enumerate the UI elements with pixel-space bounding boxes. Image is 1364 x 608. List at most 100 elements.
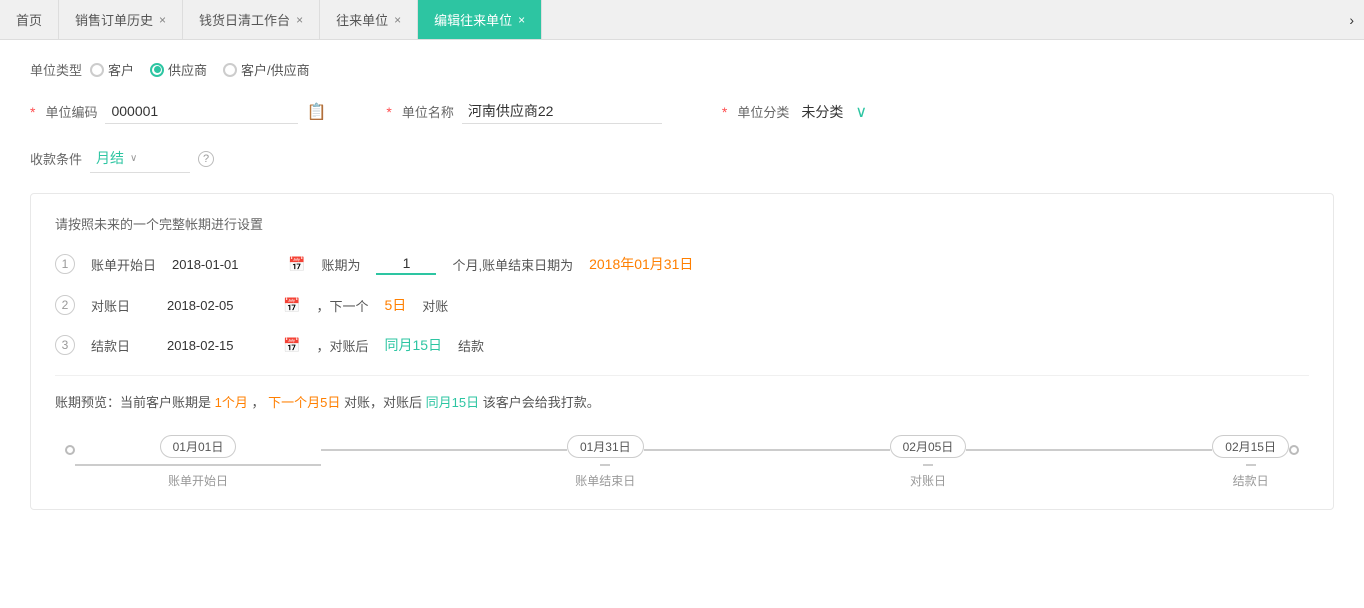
row-desc-2-highlight: 5日 bbox=[384, 295, 406, 315]
help-icon[interactable]: ? bbox=[198, 151, 214, 167]
tab-partner-close[interactable]: × bbox=[394, 13, 401, 27]
tl-badge-2: 01月31日 bbox=[567, 435, 644, 458]
timeline-node-4: 02月15日 结款日 bbox=[1212, 435, 1289, 489]
tab-more-button[interactable]: › bbox=[1339, 0, 1364, 39]
tl-tick-2 bbox=[600, 464, 610, 466]
tab-sales-order-close[interactable]: × bbox=[159, 13, 166, 27]
tab-sales-order[interactable]: 销售订单历史 × bbox=[59, 0, 183, 39]
row-num-3: 3 bbox=[55, 335, 75, 355]
preview-part1: 1个月 bbox=[215, 395, 248, 410]
tl-badge-1: 01月01日 bbox=[160, 435, 237, 458]
radio-both-label: 客户/供应商 bbox=[241, 60, 310, 79]
tl-seg-3 bbox=[966, 449, 1212, 451]
radio-customer-label: 客户 bbox=[108, 60, 134, 79]
preview-middle2: 对账，对账后 bbox=[344, 395, 422, 410]
period-unit: 个月,账单结束日期为 bbox=[452, 255, 573, 274]
tl-line-1 bbox=[75, 464, 321, 466]
preview-label: 账期预览：当前客户账期是 bbox=[55, 395, 211, 410]
tl-seg-2 bbox=[644, 449, 890, 451]
tl-badge-4: 02月15日 bbox=[1212, 435, 1289, 458]
radio-supplier[interactable]: 供应商 bbox=[150, 60, 207, 79]
row-desc-2-prefix: ，下一个 bbox=[316, 296, 368, 315]
tab-sales-order-label: 销售订单历史 bbox=[75, 10, 153, 29]
tab-edit-partner-label: 编辑往来单位 bbox=[434, 10, 512, 29]
radio-supplier-label: 供应商 bbox=[168, 60, 207, 79]
tab-home[interactable]: 首页 bbox=[0, 0, 59, 39]
tl-label-2: 账单结束日 bbox=[575, 472, 635, 489]
cal-icon-3[interactable]: 📅 bbox=[283, 337, 300, 354]
row-date-3: 2018-02-15 bbox=[167, 338, 267, 353]
tl-seg-1 bbox=[321, 449, 567, 451]
radio-both[interactable]: 客户/供应商 bbox=[223, 60, 310, 79]
radio-supplier-circle bbox=[150, 63, 164, 77]
unit-code-item: * 单位编码 📋 bbox=[30, 99, 326, 124]
tl-label-3: 对账日 bbox=[910, 472, 946, 489]
tab-cash-work[interactable]: 钱货日清工作台 × bbox=[183, 0, 320, 39]
unit-type-item: 单位类型 客户 供应商 客户/供应商 bbox=[30, 60, 310, 79]
row-desc-3-highlight: 同月15日 bbox=[384, 335, 442, 355]
setting-row-1: 1 账单开始日 2018-01-01 📅 账期为 个月,账单结束日期为 2018… bbox=[55, 253, 1309, 275]
unit-code-input[interactable] bbox=[105, 99, 298, 124]
row-label-3: 结款日 bbox=[91, 336, 151, 355]
preview-text: 账期预览：当前客户账期是 1个月 ， 下一个月5日 对账，对账后 同月15日 该… bbox=[55, 392, 1309, 411]
timeline-end-dot bbox=[1289, 445, 1299, 455]
period-input[interactable] bbox=[376, 253, 436, 275]
unit-category-dropdown-icon[interactable]: ∨ bbox=[855, 102, 867, 122]
radio-customer[interactable]: 客户 bbox=[90, 60, 134, 79]
row-label-1: 账单开始日 bbox=[91, 255, 156, 274]
tl-badge-3: 02月05日 bbox=[890, 435, 967, 458]
cal-icon-2[interactable]: 📅 bbox=[283, 297, 300, 314]
setting-row-3: 3 结款日 2018-02-15 📅 ，对账后 同月15日 结款 bbox=[55, 335, 1309, 355]
unit-name-input[interactable] bbox=[462, 99, 662, 124]
tab-partner-label: 往来单位 bbox=[336, 10, 388, 29]
row-num-2: 2 bbox=[55, 295, 75, 315]
tl-label-4: 结款日 bbox=[1233, 472, 1269, 489]
setting-row-2: 2 对账日 2018-02-05 📅 ，下一个 5日 对账 bbox=[55, 295, 1309, 315]
period-prefix: 账期为 bbox=[321, 255, 360, 274]
unit-info-row: * 单位编码 📋 * 单位名称 * 单位分类 未分类 ∨ bbox=[30, 99, 1334, 124]
unit-category-star: * bbox=[722, 104, 727, 120]
tab-edit-partner[interactable]: 编辑往来单位 × bbox=[418, 0, 542, 39]
timeline-start-dot bbox=[65, 445, 75, 455]
unit-category-value: 未分类 bbox=[801, 102, 843, 122]
unit-name-label: 单位名称 bbox=[402, 102, 454, 121]
unit-code-icon[interactable]: 📋 bbox=[306, 102, 326, 122]
tab-edit-partner-close[interactable]: × bbox=[518, 13, 525, 27]
timeline: 01月01日 账单开始日 01月31日 账单结束日 02月05日 bbox=[55, 435, 1309, 489]
unit-code-star: * bbox=[30, 104, 35, 120]
timeline-node-2: 01月31日 账单结束日 bbox=[567, 435, 644, 489]
tab-partner[interactable]: 往来单位 × bbox=[320, 0, 418, 39]
row-num-1: 1 bbox=[55, 254, 75, 274]
cal-icon-1[interactable]: 📅 bbox=[288, 256, 305, 273]
payment-label: 收款条件 bbox=[30, 149, 82, 168]
row-label-2: 对账日 bbox=[91, 296, 151, 315]
radio-both-circle bbox=[223, 63, 237, 77]
timeline-node-1: 01月01日 账单开始日 bbox=[75, 435, 321, 489]
chevron-right-icon: › bbox=[1349, 12, 1354, 28]
tab-bar: 首页 销售订单历史 × 钱货日清工作台 × 往来单位 × 编辑往来单位 × › bbox=[0, 0, 1364, 40]
unit-category-label: 单位分类 bbox=[737, 102, 789, 121]
payment-select[interactable]: 月结 ∨ bbox=[90, 144, 190, 173]
payment-chevron-icon: ∨ bbox=[130, 153, 137, 164]
preview-part3: 同月15日 bbox=[426, 395, 479, 410]
unit-code-label: 单位编码 bbox=[45, 102, 97, 121]
tl-label-1: 账单开始日 bbox=[168, 472, 228, 489]
radio-customer-circle bbox=[90, 63, 104, 77]
payment-row: 收款条件 月结 ∨ ? bbox=[30, 144, 1334, 173]
tab-cash-work-label: 钱货日清工作台 bbox=[199, 10, 290, 29]
payment-value: 月结 bbox=[96, 148, 124, 168]
row-desc-3-prefix: ，对账后 bbox=[316, 336, 368, 355]
unit-type-label: 单位类型 bbox=[30, 60, 82, 79]
tab-home-label: 首页 bbox=[16, 10, 42, 29]
unit-type-row: 单位类型 客户 供应商 客户/供应商 bbox=[30, 60, 1334, 79]
period-settings-panel: 请按照未来的一个完整帐期进行设置 1 账单开始日 2018-01-01 📅 账期… bbox=[30, 193, 1334, 510]
row-date-1: 2018-01-01 bbox=[172, 257, 272, 272]
row-desc-3-suffix: 结款 bbox=[458, 336, 484, 355]
tab-cash-work-close[interactable]: × bbox=[296, 13, 303, 27]
period-end-date: 2018年01月31日 bbox=[589, 254, 693, 274]
unit-category-item: * 单位分类 未分类 ∨ bbox=[722, 102, 867, 122]
row-date-2: 2018-02-05 bbox=[167, 298, 267, 313]
preview-section: 账期预览：当前客户账期是 1个月 ， 下一个月5日 对账，对账后 同月15日 该… bbox=[55, 375, 1309, 489]
preview-suffix: 该客户会给我打款。 bbox=[483, 395, 600, 410]
row-desc-2-suffix: 对账 bbox=[422, 296, 448, 315]
